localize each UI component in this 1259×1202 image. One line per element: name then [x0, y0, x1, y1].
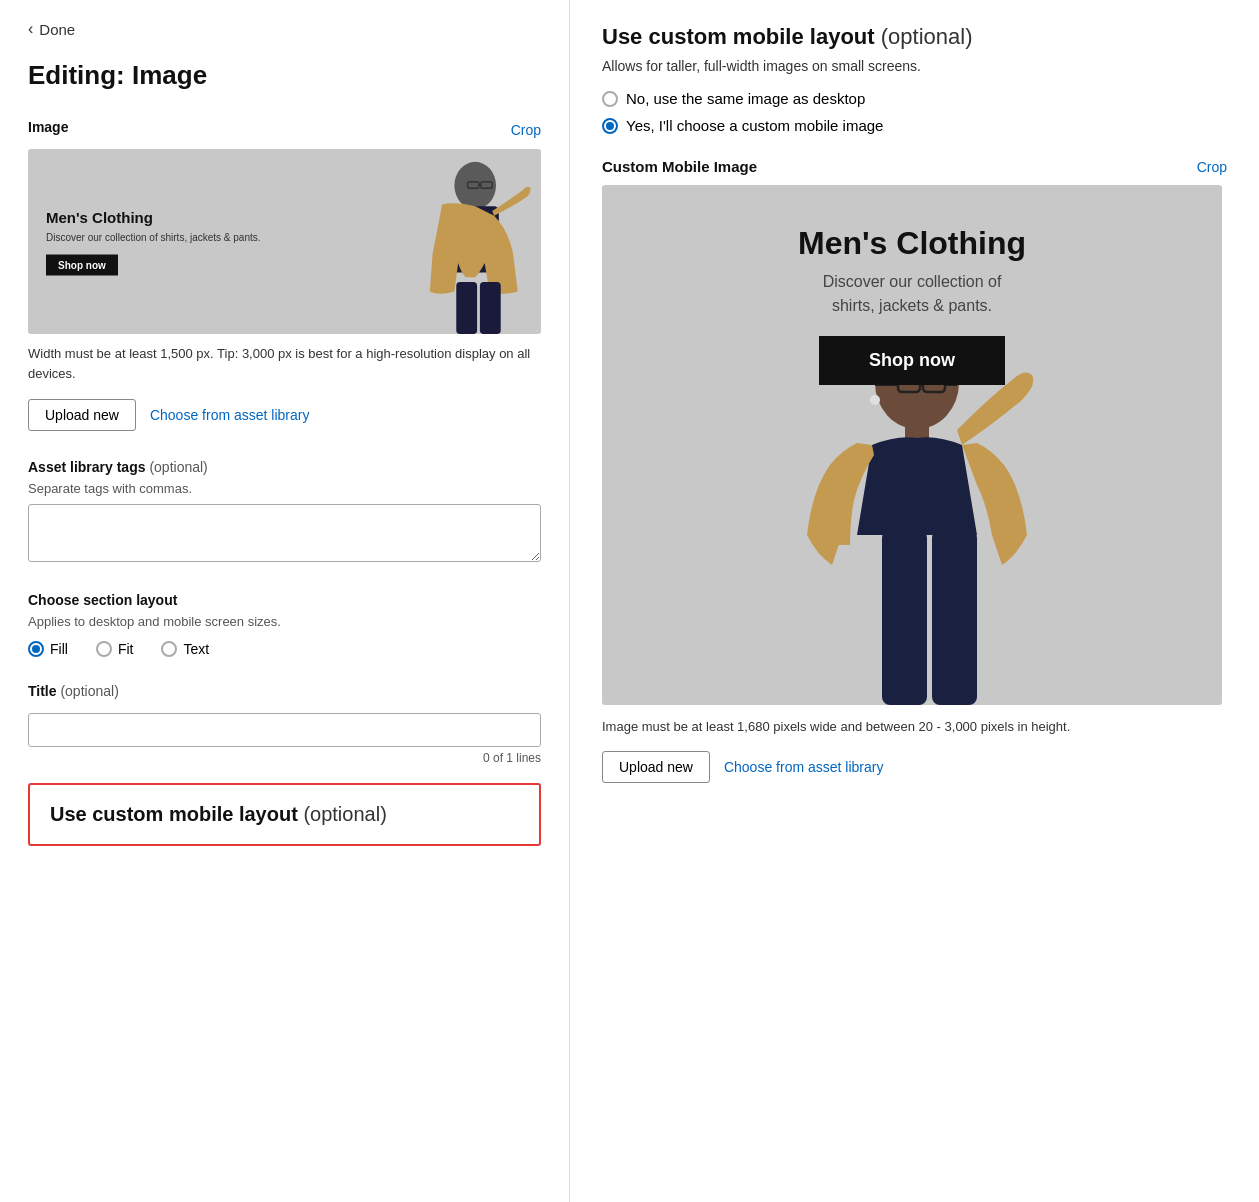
fit-label: Fit: [118, 641, 134, 657]
custom-mobile-section-highlight: Use custom mobile layout (optional): [28, 783, 541, 846]
layout-label: Choose section layout: [28, 592, 541, 608]
right-asset-library-button[interactable]: Choose from asset library: [724, 759, 884, 775]
asset-tags-input[interactable]: [28, 504, 541, 562]
chevron-left-icon: ‹: [28, 20, 33, 38]
mobile-image-hint: Image must be at least 1,680 pixels wide…: [602, 717, 1222, 737]
yes-custom-radio-circle[interactable]: [602, 118, 618, 134]
mobile-model-figure: [742, 335, 1082, 705]
mobile-crop-link[interactable]: Crop: [1197, 159, 1227, 175]
right-heading: Use custom mobile layout (optional): [602, 24, 1227, 50]
mobile-preview-title: Men's Clothing: [798, 225, 1026, 262]
svg-point-0: [454, 162, 496, 209]
preview-subtitle: Discover our collection of shirts, jacke…: [46, 230, 261, 244]
title-section: Title (optional) 0 of 1 lines: [28, 683, 541, 765]
svg-rect-3: [480, 282, 501, 334]
layout-fit-option[interactable]: Fit: [96, 641, 134, 657]
custom-mobile-image-header: Custom Mobile Image Crop: [602, 158, 1227, 175]
back-button[interactable]: ‹ Done: [28, 20, 541, 38]
fill-label: Fill: [50, 641, 68, 657]
yes-custom-label: Yes, I'll choose a custom mobile image: [626, 117, 883, 134]
preview-model-figure: [381, 149, 541, 334]
right-hint: Allows for taller, full-width images on …: [602, 58, 1227, 74]
text-radio-circle[interactable]: [161, 641, 177, 657]
image-section-header: Image Crop: [28, 119, 541, 141]
custom-mobile-image-label: Custom Mobile Image: [602, 158, 757, 175]
title-section-label: Title (optional): [28, 683, 541, 699]
preview-title: Men's Clothing: [46, 208, 261, 225]
preview-text-block: Men's Clothing Discover our collection o…: [46, 208, 261, 275]
yes-custom-option[interactable]: Yes, I'll choose a custom mobile image: [602, 117, 1227, 134]
text-label: Text: [183, 641, 209, 657]
char-count: 0 of 1 lines: [28, 751, 541, 765]
image-section-label: Image: [28, 119, 68, 135]
right-upload-row: Upload new Choose from asset library: [602, 751, 1227, 783]
mobile-radio-group: No, use the same image as desktop Yes, I…: [602, 90, 1227, 134]
mobile-shop-button[interactable]: Shop now: [819, 336, 1005, 385]
layout-hint: Applies to desktop and mobile screen siz…: [28, 614, 541, 629]
svg-rect-2: [456, 282, 477, 334]
left-panel: ‹ Done Editing: Image Image Crop Men's C…: [0, 0, 570, 1202]
fit-radio-circle[interactable]: [96, 641, 112, 657]
layout-text-option[interactable]: Text: [161, 641, 209, 657]
svg-rect-10: [932, 530, 977, 705]
layout-radio-group: Fill Fit Text: [28, 641, 541, 657]
layout-fill-option[interactable]: Fill: [28, 641, 68, 657]
right-upload-new-button[interactable]: Upload new: [602, 751, 710, 783]
title-input[interactable]: [28, 713, 541, 747]
image-preview: Men's Clothing Discover our collection o…: [28, 149, 541, 334]
back-label: Done: [39, 21, 75, 38]
crop-link[interactable]: Crop: [511, 122, 541, 138]
upload-row: Upload new Choose from asset library: [28, 399, 541, 431]
mobile-preview-subtitle: Discover our collection ofshirts, jacket…: [798, 270, 1026, 318]
layout-section: Choose section layout Applies to desktop…: [28, 592, 541, 657]
svg-point-16: [870, 395, 880, 405]
asset-library-button[interactable]: Choose from asset library: [150, 407, 310, 423]
mobile-preview-top: Men's Clothing Discover our collection o…: [798, 185, 1026, 385]
preview-shop-button[interactable]: Shop now: [46, 254, 118, 275]
no-custom-label: No, use the same image as desktop: [626, 90, 865, 107]
asset-tags-label: Asset library tags (optional): [28, 459, 541, 475]
no-custom-radio-circle[interactable]: [602, 91, 618, 107]
svg-rect-9: [882, 530, 927, 705]
image-hint: Width must be at least 1,500 px. Tip: 3,…: [28, 344, 541, 383]
custom-mobile-label: Use custom mobile layout (optional): [50, 803, 387, 825]
upload-new-button[interactable]: Upload new: [28, 399, 136, 431]
asset-tags-hint: Separate tags with commas.: [28, 481, 541, 496]
mobile-image-preview: Men's Clothing Discover our collection o…: [602, 185, 1222, 705]
right-panel: Use custom mobile layout (optional) Allo…: [570, 0, 1259, 1202]
asset-tags-section: Asset library tags (optional) Separate t…: [28, 459, 541, 566]
no-custom-option[interactable]: No, use the same image as desktop: [602, 90, 1227, 107]
fill-radio-circle[interactable]: [28, 641, 44, 657]
page-title: Editing: Image: [28, 60, 541, 91]
